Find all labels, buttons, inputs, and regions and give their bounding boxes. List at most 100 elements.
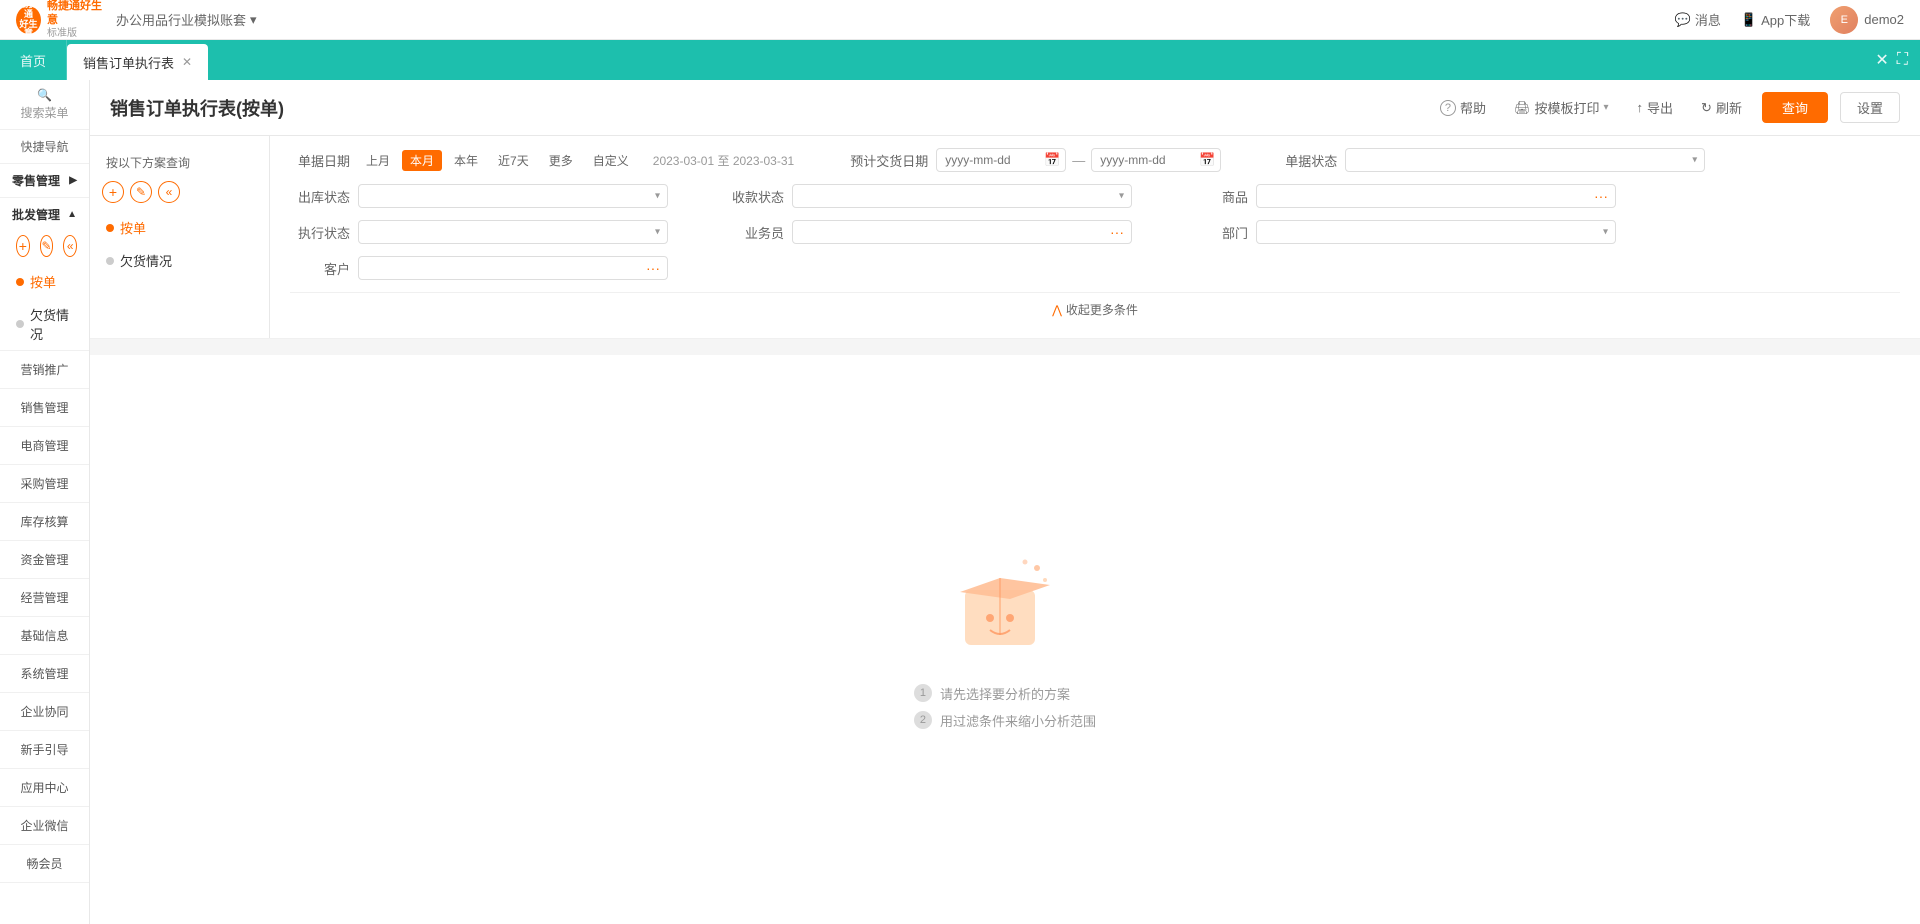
step-1-number: 1 [914,684,932,702]
user-name: demo2 [1864,12,1904,27]
receipt-status-select[interactable] [792,184,1132,208]
tab-close-window-button[interactable]: ✕ [1875,50,1888,70]
filter-sidebar: 按以下方案查询 + ✎ « 按单 欠货情况 [90,136,270,338]
date-tab-last-month[interactable]: 上月 [358,150,398,171]
sidebar-sub-item-order[interactable]: 按单 [0,265,89,298]
sidebar-item-ecommerce[interactable]: 电商管理 [0,427,89,465]
settings-button[interactable]: 设置 [1840,92,1900,123]
edit-scheme-btn[interactable]: ✎ [130,181,152,203]
date-tab-this-year[interactable]: 本年 [446,150,486,171]
step-2-number: 2 [914,711,932,729]
sidebar-item-purchase[interactable]: 采购管理 [0,465,89,503]
scheme-inactive-dot [106,257,114,265]
tab-home[interactable]: 首页 [0,40,67,80]
collapse-scheme-btn[interactable]: « [158,181,180,203]
sidebar-item-newbie[interactable]: 新手引导 [0,731,89,769]
sidebar-group-retail: 零售管理 ▶ [0,164,89,198]
customer-input[interactable] [358,256,668,280]
sidebar-item-member[interactable]: 畅会员 [0,845,89,883]
doc-status-select[interactable] [1345,148,1705,172]
receipt-status-wrapper: ▾ [792,184,1132,208]
sidebar-item-finance[interactable]: 资金管理 [0,541,89,579]
app-download-action[interactable]: 📱 App下载 [1741,10,1810,29]
date-separator: — [1072,153,1085,168]
date-tab-more[interactable]: 更多 [541,150,581,171]
app-download-icon: 📱 [1741,12,1757,28]
app-selector[interactable]: 办公用品行业模拟账套 ▾ [116,10,257,29]
filter-row-4: 客户 ··· [290,256,1900,280]
sidebar-item-operations[interactable]: 经营管理 [0,579,89,617]
date-tab-last7[interactable]: 近7天 [490,150,537,171]
content-divider [90,339,1920,347]
sidebar-item-enterprise-wechat[interactable]: 企业微信 [0,807,89,845]
scheme-item-by-order[interactable]: 按单 [90,211,269,244]
doc-status-label: 单据状态 [1277,151,1337,170]
sidebar-item-search[interactable]: 🔍 搜索菜单 [0,80,89,130]
message-icon: 💬 [1675,12,1691,28]
date-tab-this-month[interactable]: 本月 [402,150,442,171]
refresh-button[interactable]: ↻ 刷新 [1693,94,1750,121]
empty-step-1: 1 请先选择要分析的方案 [914,684,1096,703]
date-from-input[interactable] [936,148,1066,172]
top-bar-right: 💬 消息 📱 App下载 E demo2 [1675,6,1904,34]
dept-label: 部门 [1188,223,1248,242]
help-button[interactable]: ? 帮助 [1432,94,1494,121]
sidebar-item-enterprise[interactable]: 企业协同 [0,693,89,731]
filter-sidebar-actions: + ✎ « [0,231,89,265]
dept-wrapper: ▾ [1256,220,1616,244]
filter-sidebar-controls: + ✎ « [90,177,269,211]
delivery-status-select[interactable] [358,184,668,208]
salesperson-input[interactable] [792,220,1132,244]
filter-field-doc-status: 单据状态 ▾ [1277,148,1705,172]
sidebar-item-inventory[interactable]: 库存核算 [0,503,89,541]
refresh-icon: ↻ [1701,100,1712,116]
tab-maximize-button[interactable]: ⛶ [1897,51,1908,69]
sidebar-item-system[interactable]: 系统管理 [0,655,89,693]
doc-status-select-wrapper: ▾ [1345,148,1705,172]
add-scheme-btn[interactable]: + [102,181,124,203]
sidebar-item-basic-info[interactable]: 基础信息 [0,617,89,655]
sidebar-sub-item-debt[interactable]: 欠货情况 [0,298,89,350]
top-bar: 畅捷通好生意 畅捷通好生意 标准版 办公用品行业模拟账套 ▾ 💬 消息 📱 Ap… [0,0,1920,40]
sidebar-item-quick-nav[interactable]: 快捷导航 [0,130,89,164]
date-tab-custom[interactable]: 自定义 [585,150,637,171]
dept-select[interactable] [1256,220,1616,244]
sidebar-item-marketing[interactable]: 营销推广 [0,351,89,389]
sidebar-item-sales[interactable]: 销售管理 [0,389,89,427]
tab-close-icon[interactable]: ✕ [182,55,192,69]
product-input[interactable] [1256,184,1616,208]
export-button[interactable]: ↑ 导出 [1629,94,1682,121]
exec-status-select[interactable] [358,220,668,244]
filter-field-delivery-status: 出库状态 ▾ [290,184,668,208]
empty-state: 1 请先选择要分析的方案 2 用过滤条件来缩小分析范围 [90,355,1920,924]
sidebar-item-retail[interactable]: 零售管理 ▶ [0,164,89,197]
exec-status-label: 执行状态 [290,223,350,242]
date-tabs: 上月 本月 本年 近7天 更多 自定义 [358,150,637,171]
tab-sales-order-exec[interactable]: 销售订单执行表 ✕ [67,44,208,80]
user-area[interactable]: E demo2 [1830,6,1904,34]
active-dot-icon [16,278,24,286]
collapse-scheme-button[interactable]: « [63,235,77,257]
tab-bar: 首页 销售订单执行表 ✕ ✕ ⛶ [0,40,1920,80]
filter-field-doc-date: 单据日期 上月 本月 本年 近7天 更多 自定义 2023-03-01 至 20… [290,150,794,171]
search-button[interactable]: 查询 [1762,92,1828,123]
message-action[interactable]: 💬 消息 [1675,10,1721,29]
empty-step-2: 2 用过滤条件来缩小分析范围 [914,711,1096,730]
sidebar-group-wholesale: 批发管理 ▲ + ✎ « 按单 欠货情况 [0,198,89,351]
step-1-text: 请先选择要分析的方案 [940,684,1070,703]
customer-control: ··· [358,256,668,280]
template-print-button[interactable]: 🖨 按模板打印 ▾ [1506,94,1617,121]
filter-field-product: 商品 ··· [1188,184,1616,208]
edit-scheme-button[interactable]: ✎ [40,235,54,257]
scheme-item-debt[interactable]: 欠货情况 [90,244,269,277]
filter-field-salesperson: 业务员 ··· [724,220,1132,244]
doc-date-label: 单据日期 [290,151,350,170]
filter-row-1: 单据日期 上月 本月 本年 近7天 更多 自定义 2023-03-01 至 20… [290,148,1900,172]
sidebar-item-wholesale[interactable]: 批发管理 ▲ [0,198,89,231]
exec-status-wrapper: ▾ [358,220,668,244]
logo-area: 畅捷通好生意 畅捷通好生意 标准版 [16,0,106,40]
add-scheme-button[interactable]: + [16,235,30,257]
collapse-more-button[interactable]: ⋀ 收起更多条件 [290,292,1900,326]
sidebar-item-app-center[interactable]: 应用中心 [0,769,89,807]
date-to-input[interactable] [1091,148,1221,172]
